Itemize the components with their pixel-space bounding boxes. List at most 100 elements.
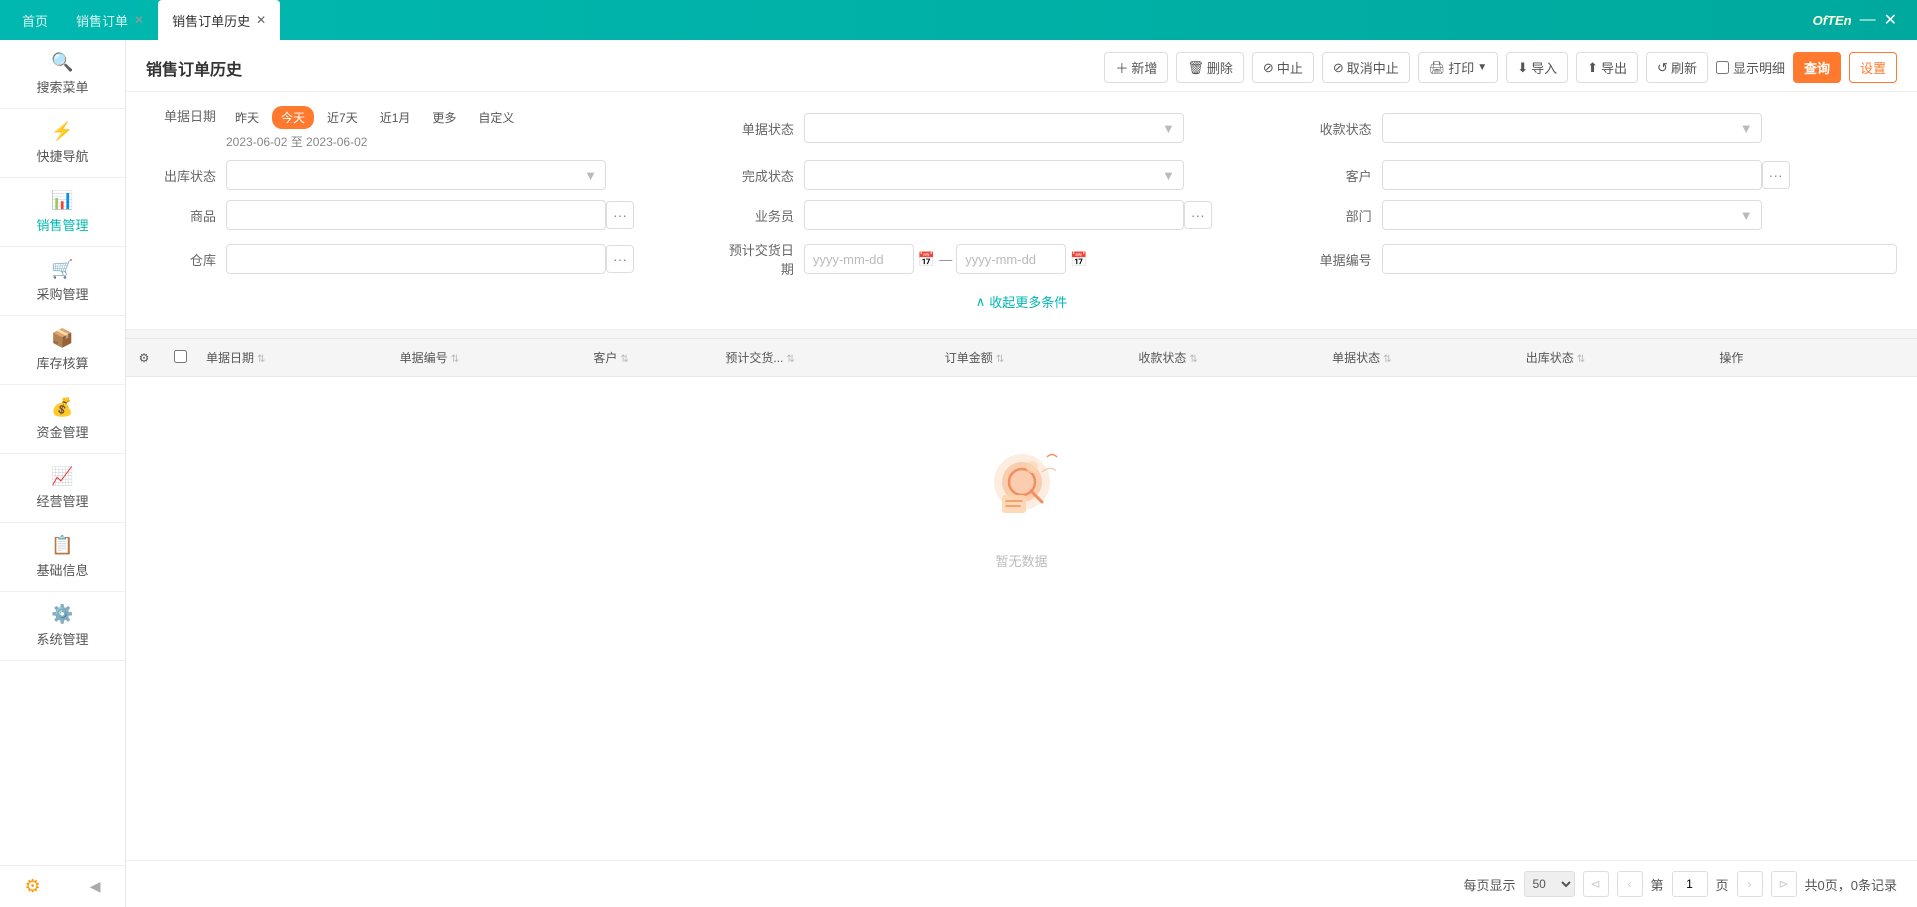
sidebar-item-sales-mgmt[interactable]: 📊 销售管理: [0, 178, 125, 247]
delivery-date-start[interactable]: yyyy-mm-dd: [804, 244, 914, 274]
select-all-checkbox[interactable]: [174, 350, 187, 363]
th-doc-no[interactable]: 单据编号⇅: [392, 339, 586, 377]
page-number-input[interactable]: [1672, 871, 1708, 897]
empty-row: 暂无数据: [126, 377, 1917, 631]
close-window-btn[interactable]: ✕: [1884, 10, 1897, 30]
last-page-btn[interactable]: ⊳: [1771, 871, 1797, 897]
delivery-end-cal-icon[interactable]: 📅: [1070, 251, 1087, 268]
sidebar-settings-icon[interactable]: ⚙: [25, 876, 41, 897]
total-text: 共0页，0条记录: [1805, 875, 1897, 894]
warehouse-label: 仓库: [146, 250, 226, 269]
prev-page-btn[interactable]: ‹: [1617, 871, 1643, 897]
product-select[interactable]: [226, 200, 606, 230]
cancel-stop-button[interactable]: ⊘ 取消中止: [1322, 52, 1410, 83]
date-quick-more[interactable]: 更多: [423, 106, 465, 129]
sidebar-item-label: 库存核算: [36, 353, 88, 372]
import-button[interactable]: ⬇ 导入: [1506, 52, 1568, 83]
query-button[interactable]: 查询: [1793, 52, 1841, 83]
sidebar-item-purchase-mgmt[interactable]: 🛒 采购管理: [0, 247, 125, 316]
salesperson-select[interactable]: [804, 200, 1184, 230]
th-doc-status[interactable]: 单据状态⇅: [1324, 339, 1518, 377]
dept-select[interactable]: ▼: [1382, 200, 1762, 230]
next-page-btn[interactable]: ›: [1737, 871, 1763, 897]
table-section: ⚙ 单据日期⇅ 单据编号⇅ 客户⇅ 预计交货...⇅ 订单金额⇅ 收款状态⇅ 单…: [126, 338, 1917, 860]
th-order-amount[interactable]: 订单金额⇅: [937, 339, 1131, 377]
delivery-date-end[interactable]: yyyy-mm-dd: [956, 244, 1066, 274]
th-delivery-date[interactable]: 预计交货...⇅: [717, 339, 936, 377]
complete-status-dropdown-icon: ▼: [1162, 168, 1175, 183]
tab-sales-order[interactable]: 销售订单 ✕: [62, 0, 158, 40]
customer-more-btn[interactable]: ···: [1762, 161, 1790, 189]
th-settings[interactable]: ⚙: [126, 339, 162, 377]
doc-status-dropdown-icon: ▼: [1162, 121, 1175, 136]
th-stock-out-status[interactable]: 出库状态⇅: [1518, 339, 1712, 377]
th-customer[interactable]: 客户⇅: [585, 339, 717, 377]
minimize-btn[interactable]: —: [1860, 11, 1876, 29]
close-sales-order-history-tab[interactable]: ✕: [256, 13, 266, 27]
doc-no-input[interactable]: [1382, 244, 1897, 274]
show-detail-checkbox[interactable]: [1716, 61, 1729, 74]
date-quick-yesterday[interactable]: 昨天: [226, 106, 268, 129]
sidebar-collapse-icon[interactable]: ◀: [90, 878, 101, 895]
first-page-btn[interactable]: ⊲: [1583, 871, 1609, 897]
payment-status-dropdown-icon: ▼: [1740, 121, 1753, 136]
date-quick-1month[interactable]: 近1月: [371, 106, 420, 129]
refresh-button[interactable]: ↺ 刷新: [1646, 52, 1708, 83]
th-payment-status[interactable]: 收款状态⇅: [1130, 339, 1324, 377]
page-label: 第: [1651, 875, 1664, 894]
salesperson-more-btn[interactable]: ···: [1184, 201, 1212, 229]
complete-status-select[interactable]: ▼: [804, 160, 1184, 190]
toolbar: ＋ 新增 🗑 删除 ⊘ 中止 ⊘ 取消中止 🖨 打印: [1104, 52, 1897, 83]
sidebar-item-quick-nav[interactable]: ⚡ 快捷导航: [0, 109, 125, 178]
sidebar-item-sys-mgmt[interactable]: ⚙️ 系统管理: [0, 592, 125, 661]
filter-row-3: 商品 ··· 业务员 ··· 部门: [146, 200, 1897, 230]
product-more-btn[interactable]: ···: [606, 201, 634, 229]
sidebar-item-finance-mgmt[interactable]: 💰 资金管理: [0, 385, 125, 454]
tab-sales-order-history[interactable]: 销售订单历史 ✕: [158, 0, 280, 40]
dept-label: 部门: [1302, 206, 1382, 225]
quick-nav-icon: ⚡: [51, 121, 73, 142]
collapse-filter-btn[interactable]: ∧ 收起更多条件: [146, 288, 1897, 315]
delivery-start-cal-icon[interactable]: 📅: [918, 251, 935, 268]
salesperson-label: 业务员: [724, 206, 804, 225]
sidebar-item-ops-mgmt[interactable]: 📈 经营管理: [0, 454, 125, 523]
stop-button[interactable]: ⊘ 中止: [1252, 52, 1314, 83]
sidebar-item-label: 资金管理: [36, 422, 88, 441]
close-sales-order-tab[interactable]: ✕: [134, 13, 144, 27]
settings-button[interactable]: 设置: [1849, 52, 1897, 83]
date-quick-custom[interactable]: 自定义: [469, 106, 523, 129]
page-size-select[interactable]: 50 20 100 200: [1524, 871, 1575, 897]
export-button[interactable]: ⬆ 导出: [1576, 52, 1638, 83]
date-quick-7days[interactable]: 近7天: [318, 106, 367, 129]
print-icon: 🖨: [1429, 60, 1446, 76]
table-header-row: ⚙ 单据日期⇅ 单据编号⇅ 客户⇅ 预计交货...⇅ 订单金额⇅ 收款状态⇅ 单…: [126, 339, 1917, 377]
stock-out-select[interactable]: ▼: [226, 160, 606, 190]
ops-mgmt-icon: 📈: [51, 466, 73, 487]
customer-label: 客户: [1302, 166, 1382, 185]
warehouse-select[interactable]: [226, 244, 606, 274]
page-size-label: 每页显示: [1463, 875, 1515, 894]
topbar-right: OfTEn — ✕: [1813, 10, 1909, 30]
show-detail-checkbox-label[interactable]: 显示明细: [1716, 58, 1785, 77]
sidebar-item-search-menu[interactable]: 🔍 搜索菜单: [0, 40, 125, 109]
product-label: 商品: [146, 206, 226, 225]
cancel-stop-icon: ⊘: [1333, 60, 1344, 76]
th-checkbox: [162, 339, 198, 377]
customer-select[interactable]: [1382, 160, 1762, 190]
delete-button[interactable]: 🗑 删除: [1176, 52, 1244, 83]
brand-label: OfTEn: [1813, 13, 1852, 28]
inventory-calc-icon: 📦: [51, 328, 73, 349]
sidebar-item-label: 搜索菜单: [36, 77, 88, 96]
sidebar-item-inventory-calc[interactable]: 📦 库存核算: [0, 316, 125, 385]
doc-status-select[interactable]: ▼: [804, 113, 1184, 143]
tab-home[interactable]: 销售订单历史 首页: [8, 0, 62, 40]
sidebar-item-base-info[interactable]: 📋 基础信息: [0, 523, 125, 592]
warehouse-more-btn[interactable]: ···: [606, 245, 634, 273]
delivery-date-range: yyyy-mm-dd 📅 — yyyy-mm-dd 📅: [804, 244, 1088, 274]
print-button[interactable]: 🖨 打印 ▼: [1418, 52, 1498, 83]
new-button[interactable]: ＋ 新增: [1104, 52, 1168, 83]
th-doc-date[interactable]: 单据日期⇅: [198, 339, 392, 377]
payment-status-select[interactable]: ▼: [1382, 113, 1762, 143]
date-quick-today[interactable]: 今天: [272, 106, 314, 129]
dept-dropdown-icon: ▼: [1740, 208, 1753, 223]
